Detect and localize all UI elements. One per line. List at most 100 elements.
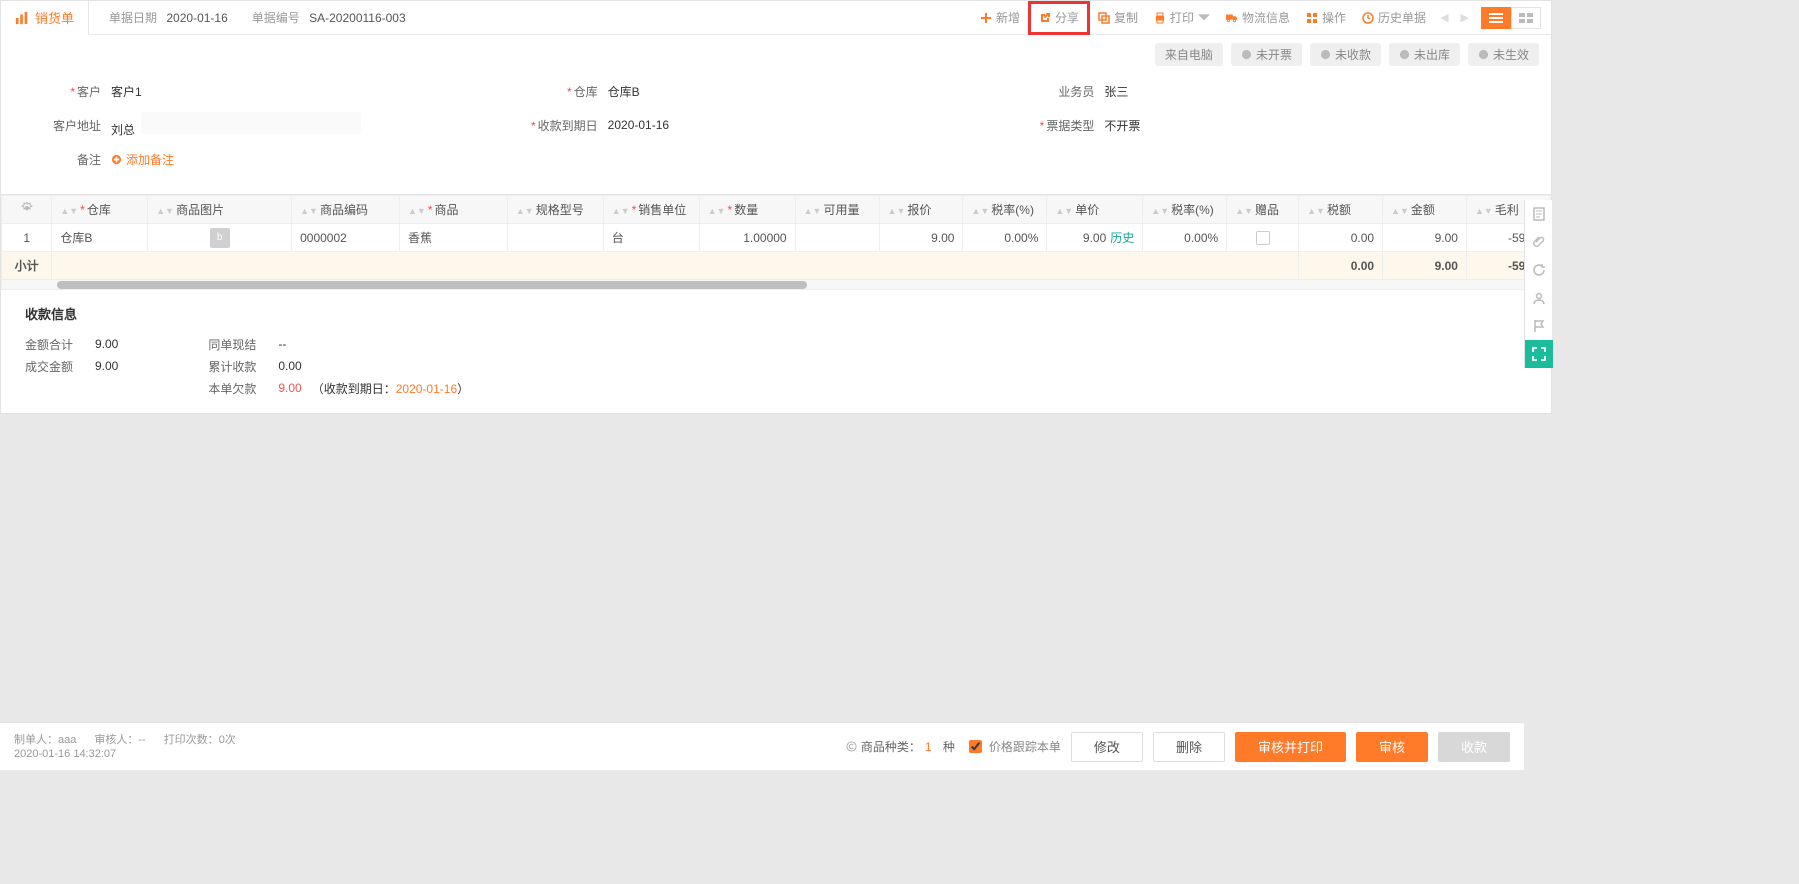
audit-button[interactable]: 审核 — [1356, 732, 1428, 762]
warehouse-value[interactable]: 仓库B — [608, 83, 640, 100]
cell-price[interactable]: 9.00历史 — [1047, 224, 1143, 252]
cash-label: 同单现结 — [208, 336, 268, 353]
cell-product[interactable]: 香蕉 — [400, 224, 508, 252]
share-button[interactable]: 分享 — [1028, 1, 1090, 35]
due-value[interactable]: 2020-01-16 — [608, 118, 669, 132]
bar-chart-icon — [15, 11, 29, 25]
col-settings[interactable] — [2, 196, 52, 224]
document-tab[interactable]: 销货单 — [1, 1, 89, 35]
main-panel: 销货单 单据日期 2020-01-16 单据编号 SA-20200116-003… — [0, 0, 1552, 414]
operate-label: 操作 — [1322, 9, 1346, 26]
dock-flag[interactable] — [1525, 312, 1553, 340]
view-card[interactable] — [1511, 7, 1541, 29]
cell-amount: 9.00 — [1383, 224, 1467, 252]
dock-user[interactable] — [1525, 284, 1553, 312]
cell-idx: 1 — [2, 224, 52, 252]
copy-icon — [1098, 12, 1110, 24]
share-label: 分享 — [1055, 9, 1079, 26]
cash-value: -- — [278, 337, 286, 351]
col-tax[interactable]: ▲▼税率(%) — [1143, 196, 1227, 224]
print-button[interactable]: 打印 — [1146, 1, 1218, 35]
col-unit[interactable]: ▲▼*销售单位 — [603, 196, 699, 224]
info-icon — [1478, 49, 1489, 60]
col-qty[interactable]: ▲▼*数量 — [699, 196, 795, 224]
prev-doc[interactable]: ◀ — [1434, 11, 1454, 24]
doc-date-label: 单据日期 — [109, 11, 157, 25]
col-avail[interactable]: ▲▼可用量 — [795, 196, 879, 224]
auditor: 审核人：-- — [94, 733, 145, 747]
col-spec[interactable]: ▲▼规格型号 — [507, 196, 603, 224]
status-uninvoiced-label: 未开票 — [1256, 46, 1292, 63]
doc-date-value: 2020-01-16 — [166, 11, 227, 25]
col-product[interactable]: ▲▼*商品 — [400, 196, 508, 224]
status-unshipped[interactable]: 未出库 — [1389, 43, 1460, 66]
remark-label: 备注 — [31, 151, 101, 168]
next-doc[interactable]: ▶ — [1455, 11, 1475, 24]
follow-price-checkbox[interactable]: 价格跟踪本单 — [965, 737, 1061, 756]
follow-price-input[interactable] — [969, 740, 982, 753]
col-taxrate[interactable]: ▲▼税率(%) — [963, 196, 1047, 224]
card-icon — [1519, 11, 1533, 25]
cell-qty[interactable]: 1.00000 — [699, 224, 795, 252]
audit-print-button[interactable]: 审核并打印 — [1235, 732, 1346, 762]
col-taxamt[interactable]: ▲▼税额 — [1299, 196, 1383, 224]
col-price[interactable]: ▲▼单价 — [1047, 196, 1143, 224]
share-icon — [1039, 12, 1051, 24]
col-code[interactable]: ▲▼商品编码 — [292, 196, 400, 224]
logistics-button[interactable]: 物流信息 — [1218, 1, 1298, 35]
logistics-label: 物流信息 — [1242, 9, 1290, 26]
status-ineffective[interactable]: 未生效 — [1468, 43, 1539, 66]
sales-value[interactable]: 张三 — [1104, 83, 1128, 100]
cell-unit[interactable]: 台 — [603, 224, 699, 252]
info-icon — [1399, 49, 1410, 60]
operate-button[interactable]: 操作 — [1298, 1, 1354, 35]
status-uninvoiced[interactable]: 未开票 — [1231, 43, 1302, 66]
cell-image[interactable]: b — [148, 224, 292, 252]
col-quote[interactable]: ▲▼报价 — [879, 196, 963, 224]
receive-button: 收款 — [1438, 732, 1510, 762]
cell-tax[interactable]: 0.00% — [1143, 224, 1227, 252]
col-image[interactable]: ▲▼商品图片 — [148, 196, 292, 224]
due-label: *收款到期日 — [528, 117, 598, 134]
footer-timestamp: 2020-01-16 14:32:07 — [14, 747, 236, 761]
dock-expand[interactable] — [1525, 340, 1553, 368]
add-remark-button[interactable]: 添加备注 — [111, 151, 174, 168]
dock-note[interactable] — [1525, 200, 1553, 228]
dock-refresh[interactable] — [1525, 256, 1553, 284]
price-history-link[interactable]: 历史 — [1110, 231, 1134, 245]
total-value: 9.00 — [95, 337, 118, 351]
expand-icon — [1532, 347, 1546, 361]
cell-warehouse[interactable]: 仓库B — [52, 224, 148, 252]
copy-button[interactable]: 复制 — [1090, 1, 1146, 35]
cell-gift[interactable] — [1227, 224, 1299, 252]
col-gift[interactable]: ▲▼赠品 — [1227, 196, 1299, 224]
delete-button[interactable]: 删除 — [1153, 732, 1225, 762]
cell-code[interactable]: 0000002 — [292, 224, 400, 252]
table-row[interactable]: 1 仓库B b 0000002 香蕉 台 1.00000 9.00 0.00% … — [2, 224, 1551, 252]
history-button[interactable]: 历史单据 — [1354, 1, 1434, 35]
attachment-icon — [1532, 235, 1546, 249]
copy-label: 复制 — [1114, 9, 1138, 26]
customer-value[interactable]: 客户1 — [111, 83, 142, 100]
cell-spec[interactable] — [507, 224, 603, 252]
modify-button[interactable]: 修改 — [1071, 732, 1143, 762]
address-value[interactable]: 刘总 — [111, 112, 361, 138]
cum-value: 0.00 — [278, 359, 301, 373]
tab-title: 销货单 — [35, 8, 74, 27]
col-warehouse[interactable]: ▲▼*仓库 — [52, 196, 148, 224]
view-list[interactable] — [1481, 7, 1511, 29]
invoice-value[interactable]: 不开票 — [1104, 117, 1140, 134]
dock-attach[interactable] — [1525, 228, 1553, 256]
cell-taxrate[interactable]: 0.00% — [963, 224, 1047, 252]
sales-label: 业务员 — [1024, 83, 1094, 100]
gift-checkbox[interactable] — [1256, 231, 1270, 245]
form-area: *客户 客户1 *仓库 仓库B 业务员 张三 客户地址 刘总 *收款 — [1, 74, 1551, 194]
scrollbar-thumb[interactable] — [57, 281, 807, 289]
horizontal-scrollbar[interactable] — [1, 280, 1551, 290]
col-amount[interactable]: ▲▼金额 — [1383, 196, 1467, 224]
status-source-label: 来自电脑 — [1165, 46, 1213, 63]
cell-quote[interactable]: 9.00 — [879, 224, 963, 252]
new-button[interactable]: 新增 — [972, 1, 1028, 35]
status-unpaid[interactable]: 未收款 — [1310, 43, 1381, 66]
subtotal-label: 小计 — [2, 252, 52, 280]
